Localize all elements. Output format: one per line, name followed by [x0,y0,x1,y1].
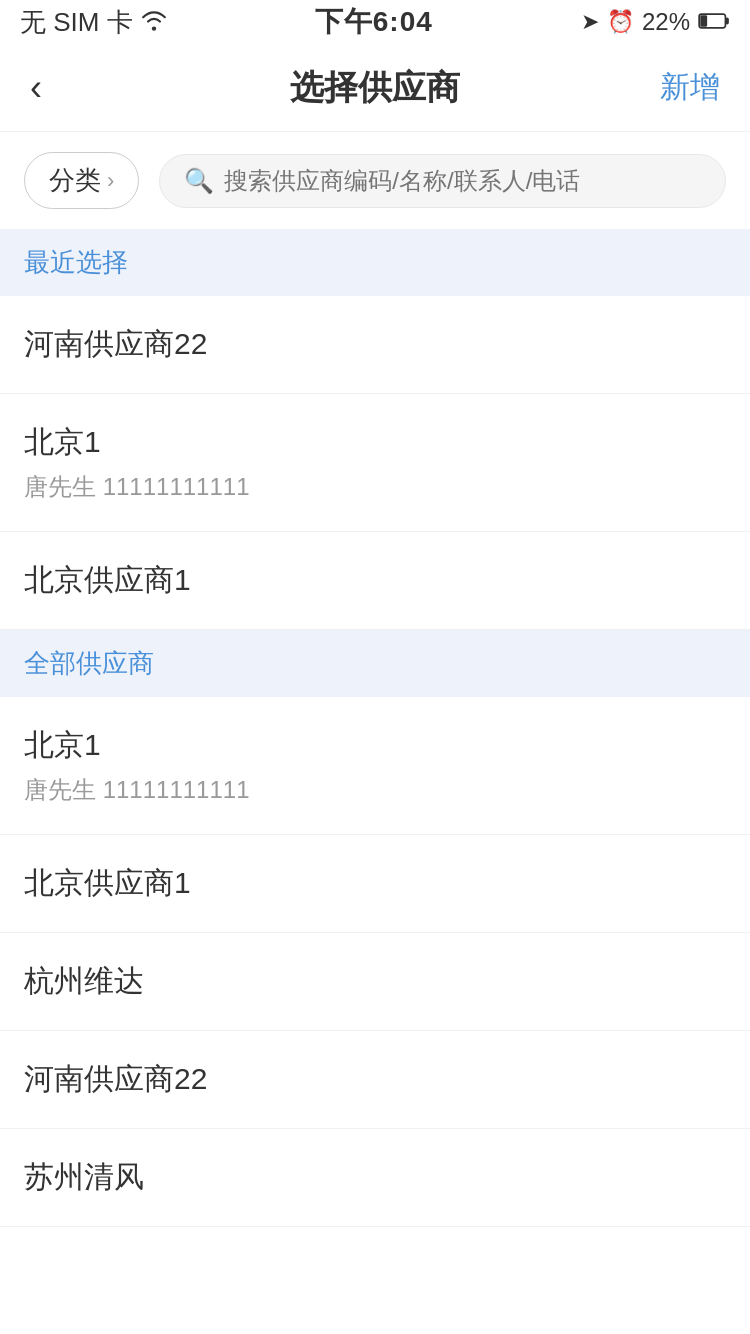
item-name: 北京1 [24,725,726,766]
item-name: 北京供应商1 [24,560,726,601]
list-item[interactable]: 河南供应商22 [0,1031,750,1129]
page-title: 选择供应商 [290,65,460,111]
item-sub: 唐先生 11111111111 [24,774,726,806]
search-input[interactable] [224,167,701,195]
category-label: 分类 [49,163,101,198]
item-name: 北京供应商1 [24,863,726,904]
battery-text: 22% [642,8,690,36]
list-item[interactable]: 北京1 唐先生 11111111111 [0,394,750,532]
status-right: ➤ ⏰ 22% [581,8,730,36]
list-item[interactable]: 北京供应商1 [0,835,750,933]
list-item[interactable]: 苏州清风 [0,1129,750,1227]
alarm-icon: ⏰ [607,9,634,35]
nav-bar: ‹ 选择供应商 新增 [0,44,750,132]
recent-section-header: 最近选择 [0,229,750,296]
carrier-text: 无 SIM 卡 [20,5,133,40]
all-section-header: 全部供应商 [0,630,750,697]
item-name: 北京1 [24,422,726,463]
list-item[interactable]: 河南供应商22 [0,296,750,394]
item-name: 河南供应商22 [24,1059,726,1100]
search-icon: 🔍 [184,167,214,195]
list-item[interactable]: 北京1 唐先生 11111111111 [0,697,750,835]
svg-rect-2 [725,18,728,25]
list-item[interactable]: 北京供应商1 [0,532,750,630]
add-button[interactable]: 新增 [660,67,720,108]
item-sub: 唐先生 11111111111 [24,471,726,503]
recent-items-list: 河南供应商22 北京1 唐先生 11111111111 北京供应商1 [0,296,750,630]
back-button[interactable]: ‹ [30,67,90,109]
status-time: 下午6:04 [315,3,433,41]
filter-bar: 分类 › 🔍 [0,132,750,229]
category-button[interactable]: 分类 › [24,152,139,209]
chevron-right-icon: › [107,168,114,194]
list-item[interactable]: 杭州维达 [0,933,750,1031]
wifi-icon [141,7,167,38]
search-box: 🔍 [159,154,726,208]
item-name: 河南供应商22 [24,324,726,365]
item-name: 杭州维达 [24,961,726,1002]
battery-icon [698,8,730,36]
status-left: 无 SIM 卡 [20,5,167,40]
location-icon: ➤ [581,9,599,35]
all-items-list: 北京1 唐先生 11111111111 北京供应商1 杭州维达河南供应商22 苏州清风 [0,697,750,1227]
svg-rect-1 [700,15,707,26]
item-name: 苏州清风 [24,1157,726,1198]
status-bar: 无 SIM 卡 下午6:04 ➤ ⏰ 22% [0,0,750,44]
